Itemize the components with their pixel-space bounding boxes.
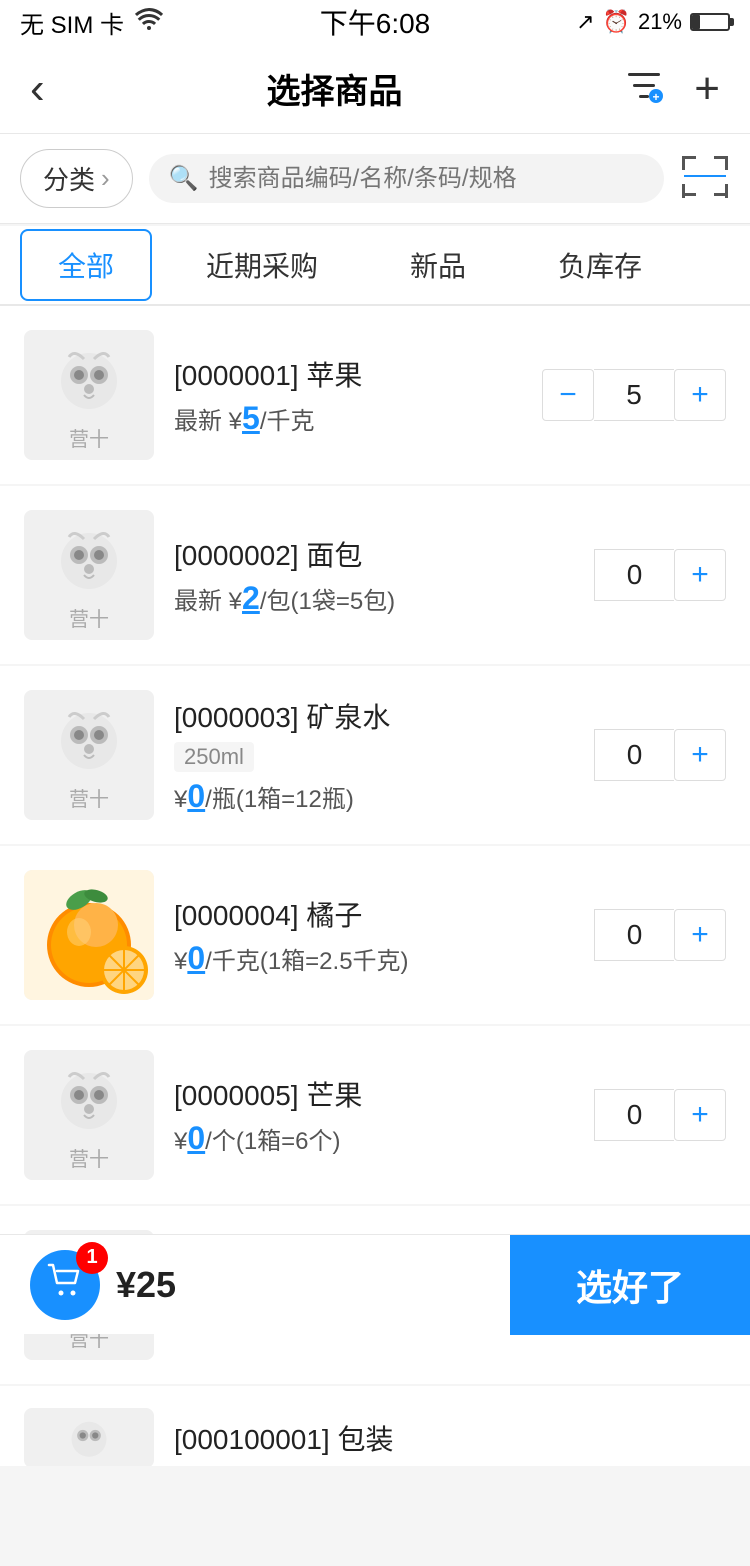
product-price: ¥0/瓶(1箱=12瓶) — [174, 778, 574, 815]
list-item: [000100001] 包装 — [0, 1386, 750, 1466]
quantity-control: − + — [542, 369, 726, 421]
product-thumbnail: 营十 — [24, 330, 154, 460]
orange-illustration — [24, 870, 154, 1000]
qty-increase-button[interactable]: + — [674, 729, 726, 781]
product-name: [0000004] 橘子 — [174, 894, 574, 934]
status-time: 下午6:08 — [320, 2, 431, 42]
brand-logo: 营十 — [49, 699, 129, 812]
product-spec: 250ml — [174, 742, 254, 772]
svg-text:+: + — [653, 90, 660, 104]
nav-bar: ‹ 选择商品 + + — [0, 44, 750, 134]
brand-text: 营十 — [69, 423, 109, 452]
product-name: [0000001] 苹果 — [174, 354, 522, 394]
cart-total: ¥25 — [116, 1264, 176, 1306]
product-name: [000100001] 包装 — [174, 1418, 726, 1458]
quantity-control: + — [594, 549, 726, 601]
qty-increase-button[interactable]: + — [674, 1089, 726, 1141]
page-title: 选择商品 — [266, 64, 402, 113]
product-thumbnail: 营十 — [24, 1050, 154, 1180]
category-arrow-icon: › — [101, 163, 110, 194]
product-info: [0000002] 面包 最新 ¥2/包(1袋=5包) — [174, 534, 574, 617]
product-name: [0000003] 矿泉水 — [174, 696, 574, 736]
product-name: [0000005] 芒果 — [174, 1074, 574, 1114]
brand-text: 营十 — [69, 603, 109, 632]
product-info: [0000003] 矿泉水 250ml ¥0/瓶(1箱=12瓶) — [174, 696, 574, 815]
product-price: ¥0/千克(1箱=2.5千克) — [174, 940, 574, 977]
quantity-control: + — [594, 909, 726, 961]
product-price: 最新 ¥5/千克 — [174, 400, 522, 437]
search-box: 🔍 — [149, 154, 664, 203]
status-bar: 无 SIM 卡 下午6:08 ↗ ⏰ 21% — [0, 0, 750, 44]
product-name: [0000002] 面包 — [174, 534, 574, 574]
wifi-icon — [134, 8, 164, 37]
product-price: ¥0/个(1箱=6个) — [174, 1120, 574, 1157]
status-right: ↗ ⏰ 21% — [576, 9, 730, 35]
product-info: [000100001] 包装 — [174, 1418, 726, 1458]
brand-logo: 营十 — [49, 519, 129, 632]
product-info: [0000005] 芒果 ¥0/个(1箱=6个) — [174, 1074, 574, 1157]
brand-text: 营十 — [69, 1143, 109, 1172]
qty-input[interactable] — [594, 549, 674, 601]
cart-icon — [47, 1263, 83, 1306]
qty-increase-button[interactable]: + — [674, 369, 726, 421]
qty-input[interactable] — [594, 909, 674, 961]
category-label: 分类 — [43, 160, 95, 197]
cart-badge: 1 — [76, 1242, 108, 1274]
brand-text: 营十 — [69, 783, 109, 812]
brand-logo — [59, 1413, 119, 1463]
search-input[interactable] — [209, 165, 644, 193]
battery-percent: 21% — [638, 9, 682, 35]
product-info: [0000004] 橘子 ¥0/千克(1箱=2.5千克) — [174, 894, 574, 977]
location-icon: ↗ — [576, 9, 594, 35]
qty-input[interactable] — [594, 369, 674, 421]
list-item: [0000004] 橘子 ¥0/千克(1箱=2.5千克) + — [0, 846, 750, 1024]
list-item: 营十 [0000001] 苹果 最新 ¥5/千克 − + — [0, 306, 750, 484]
tabs-bar: 全部 近期采购 新品 负库存 — [0, 226, 750, 306]
product-thumbnail: 营十 — [24, 510, 154, 640]
scan-icon[interactable] — [680, 154, 730, 203]
cart-section: 1 ¥25 — [0, 1250, 510, 1320]
qty-increase-button[interactable]: + — [674, 549, 726, 601]
product-price: 最新 ¥2/包(1袋=5包) — [174, 580, 574, 617]
filter-icon[interactable]: + — [624, 68, 664, 109]
alarm-icon: ⏰ — [603, 9, 630, 35]
tab-recent[interactable]: 近期采购 — [168, 229, 356, 301]
bottom-bar: 1 ¥25 选好了 — [0, 1234, 750, 1334]
qty-input[interactable] — [594, 1089, 674, 1141]
product-thumbnail — [24, 870, 154, 1000]
nav-icons: + + — [624, 64, 720, 114]
category-button[interactable]: 分类 › — [20, 149, 133, 208]
product-info: [0000001] 苹果 最新 ¥5/千克 — [174, 354, 522, 437]
confirm-button[interactable]: 选好了 — [510, 1235, 750, 1335]
qty-increase-button[interactable]: + — [674, 909, 726, 961]
tab-new[interactable]: 新品 — [372, 229, 504, 301]
quantity-control: + — [594, 1089, 726, 1141]
qty-decrease-button[interactable]: − — [542, 369, 594, 421]
tab-all[interactable]: 全部 — [20, 229, 152, 301]
list-item: 营十 [0000002] 面包 最新 ¥2/包(1袋=5包) + — [0, 486, 750, 664]
list-item: 营十 [0000005] 芒果 ¥0/个(1箱=6个) + — [0, 1026, 750, 1204]
filter-bar: 分类 › 🔍 — [0, 134, 750, 224]
carrier-text: 无 SIM 卡 — [20, 5, 124, 40]
product-thumbnail — [24, 1408, 154, 1466]
add-icon[interactable]: + — [694, 64, 720, 114]
tab-negative[interactable]: 负库存 — [520, 229, 680, 301]
search-icon: 🔍 — [169, 164, 199, 193]
back-button[interactable]: ‹ — [30, 64, 45, 114]
battery-icon — [690, 13, 730, 31]
status-carrier: 无 SIM 卡 — [20, 5, 164, 40]
list-item: 营十 [0000003] 矿泉水 250ml ¥0/瓶(1箱=12瓶) + — [0, 666, 750, 844]
quantity-control: + — [594, 729, 726, 781]
brand-logo: 营十 — [49, 1059, 129, 1172]
brand-logo: 营十 — [49, 339, 129, 452]
qty-input[interactable] — [594, 729, 674, 781]
cart-icon-wrap[interactable]: 1 — [30, 1250, 100, 1320]
product-thumbnail: 营十 — [24, 690, 154, 820]
